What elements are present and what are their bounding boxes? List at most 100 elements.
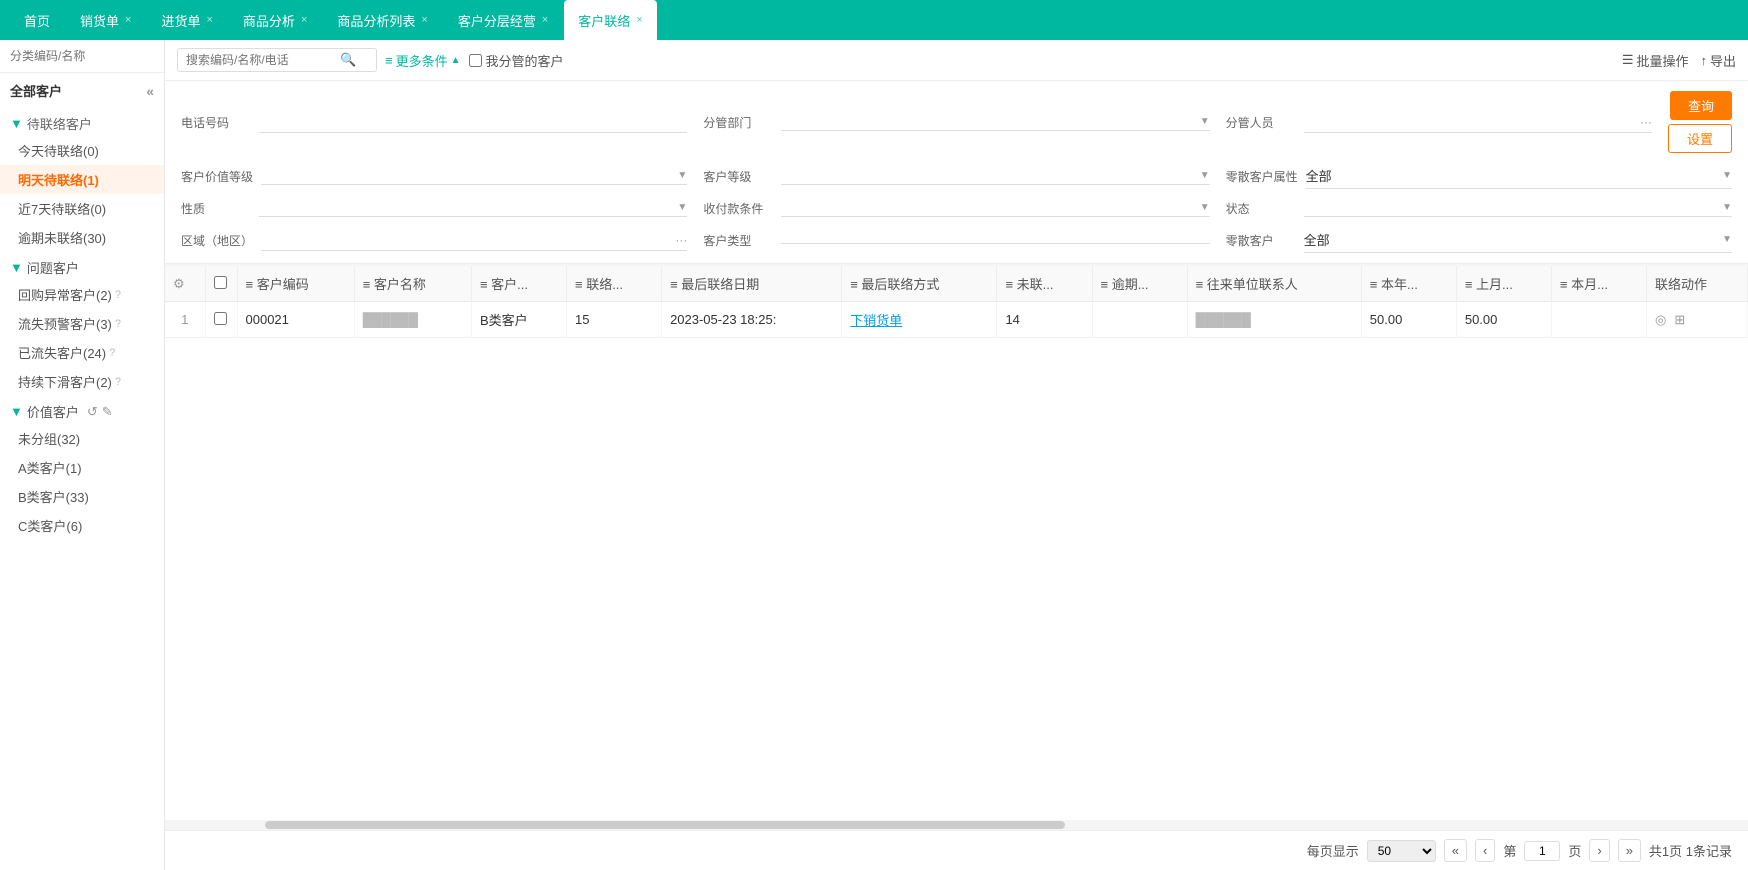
more-filter-button[interactable]: ≡ 更多条件 ▲ — [385, 51, 461, 70]
payment-select[interactable]: ▼ — [781, 199, 1209, 217]
nav-purchase[interactable]: 进货单 × — [147, 0, 226, 40]
region-select[interactable]: ··· — [261, 230, 687, 251]
refresh-icon[interactable]: ↺ — [87, 404, 98, 420]
filter-phone: 电话号码 — [181, 91, 687, 153]
sidebar-item-c-class-label: C类客户(6) — [18, 516, 82, 535]
row-code: 000021 — [237, 302, 354, 338]
filter-region: 区域（地区） ··· — [181, 227, 687, 253]
set-button[interactable]: 设置 — [1668, 124, 1732, 153]
first-page-button[interactable]: « — [1444, 839, 1467, 862]
nav-goods-analysis-label: 商品分析 — [243, 11, 295, 30]
row-uncontacted: 14 — [997, 302, 1092, 338]
retail-customer-select[interactable]: 全部 ▼ — [1304, 227, 1732, 253]
filter-retail-attr: 零散客户属性 全部 ▼ — [1226, 163, 1732, 189]
nav-goods-list[interactable]: 商品分析列表 × — [323, 0, 441, 40]
col-contact: ≡ 联络... — [567, 266, 662, 302]
col-type-label: ≡ 客户... — [480, 277, 528, 292]
nav-home[interactable]: 首页 — [10, 0, 64, 40]
sidebar: 🔍 全部客户 « ▼ 待联络客户 今天待联络(0) 明天待联络(1) 近7天待联… — [0, 40, 165, 870]
col-overdue: ≡ 逾期... — [1092, 266, 1187, 302]
col-name-label: ≡ 客户名称 — [363, 277, 426, 292]
main-search-input[interactable] — [186, 53, 336, 67]
batch-op-button[interactable]: ☰ 批量操作 — [1622, 51, 1689, 70]
my-customer-checkbox[interactable] — [469, 54, 482, 67]
customer-type-select[interactable] — [781, 237, 1209, 244]
next-page-button[interactable]: › — [1589, 839, 1609, 862]
my-customer-checkbox-wrap[interactable]: 我分管的客户 — [469, 51, 564, 70]
sidebar-item-7days[interactable]: 近7天待联络(0) — [0, 194, 164, 223]
last-contact-way-link[interactable]: 下销货单 — [850, 313, 902, 328]
column-settings-icon[interactable]: ⚙ — [173, 276, 185, 291]
sidebar-item-7days-label: 近7天待联络(0) — [18, 199, 106, 218]
nav-customer-tier[interactable]: 客户分层经营 × — [444, 0, 562, 40]
nav-sales[interactable]: 销货单 × — [66, 0, 145, 40]
last-page-button[interactable]: » — [1618, 839, 1641, 862]
sidebar-item-tomorrow[interactable]: 明天待联络(1) — [0, 165, 164, 194]
person-select[interactable]: ··· — [1304, 112, 1652, 133]
sidebar-search-input[interactable] — [10, 49, 165, 63]
customer-value-select[interactable]: ▼ — [261, 167, 687, 185]
col-code: ≡ 客户编码 — [237, 266, 354, 302]
row-checkbox[interactable] — [214, 312, 227, 325]
main-search-icon[interactable]: 🔍 — [340, 52, 356, 68]
prev-page-button[interactable]: ‹ — [1475, 839, 1495, 862]
action-grid-icon[interactable]: ⊞ — [1674, 312, 1685, 328]
col-type: ≡ 客户... — [471, 266, 566, 302]
dept-select[interactable]: ▼ — [781, 113, 1209, 131]
sidebar-item-churned[interactable]: 已流失客户(24) ? — [0, 338, 164, 367]
horizontal-scrollbar[interactable] — [165, 820, 1748, 830]
nav-customer-contact[interactable]: 客户联络 × — [564, 0, 656, 40]
filter-status: 状态 ▼ — [1226, 199, 1732, 217]
all-customers-header[interactable]: 全部客户 « — [0, 73, 164, 108]
nav-goods-list-close[interactable]: × — [421, 14, 427, 26]
nav-sales-close[interactable]: × — [125, 14, 131, 26]
row-name: ██████ — [354, 302, 471, 338]
sidebar-item-a-class[interactable]: A类客户(1) — [0, 453, 164, 482]
page-size-select[interactable]: 50 100 200 — [1367, 840, 1436, 862]
retail-attr-select-val: 全部 — [1306, 166, 1332, 185]
gender-chevron: ▼ — [677, 202, 687, 213]
action-circle-icon[interactable]: ◎ — [1655, 312, 1666, 328]
sidebar-item-declining[interactable]: 持续下滑客户(2) ? — [0, 367, 164, 396]
page-number-input[interactable] — [1524, 841, 1560, 861]
payment-chevron: ▼ — [1200, 202, 1210, 213]
nav-customer-tier-close[interactable]: × — [542, 14, 548, 26]
top-nav: 首页 销货单 × 进货单 × 商品分析 × 商品分析列表 × 客户分层经营 × … — [0, 0, 1748, 40]
nav-goods-analysis[interactable]: 商品分析 × — [229, 0, 321, 40]
retail-attr-chevron: ▼ — [1722, 170, 1732, 181]
nav-goods-analysis-close[interactable]: × — [301, 14, 307, 26]
edit-value-icon[interactable]: ✎ — [102, 404, 113, 420]
col-last-month: ≡ 上月... — [1456, 266, 1551, 302]
export-button[interactable]: ↑ 导出 — [1700, 51, 1736, 70]
col-last-month-label: ≡ 上月... — [1465, 277, 1513, 292]
person-dots-icon[interactable]: ··· — [1640, 115, 1652, 129]
sidebar-item-overdue[interactable]: 逾期未联络(30) — [0, 223, 164, 252]
nav-purchase-label: 进货单 — [161, 11, 200, 30]
row-this-year: 50.00 — [1361, 302, 1456, 338]
region-dots-icon[interactable]: ··· — [675, 233, 687, 247]
select-all-checkbox[interactable] — [214, 276, 227, 289]
col-unit-contact-label: ≡ 往来单位联系人 — [1196, 277, 1298, 292]
sidebar-item-repurchase[interactable]: 回购异常客户(2) ? — [0, 280, 164, 309]
search-wrap: 🔍 — [177, 48, 377, 72]
sidebar-item-b-class[interactable]: B类客户(33) — [0, 482, 164, 511]
customer-level-select[interactable]: ▼ — [781, 167, 1209, 185]
sidebar-item-c-class[interactable]: C类客户(6) — [0, 511, 164, 540]
phone-input[interactable] — [259, 112, 687, 133]
sidebar-item-churn-warn[interactable]: 流失预警客户(3) ? — [0, 309, 164, 338]
nav-customer-contact-close[interactable]: × — [636, 14, 642, 26]
sidebar-item-today-label: 今天待联络(0) — [18, 141, 99, 160]
nav-goods-list-label: 商品分析列表 — [337, 11, 415, 30]
question-icon-3: ? — [115, 376, 121, 388]
export-label: 导出 — [1710, 51, 1736, 70]
nav-purchase-close[interactable]: × — [206, 14, 212, 26]
scrollbar-thumb — [265, 821, 1065, 829]
sidebar-item-today[interactable]: 今天待联络(0) — [0, 136, 164, 165]
more-filter-label: 更多条件 — [396, 51, 448, 70]
status-select[interactable]: ▼ — [1304, 199, 1732, 217]
col-code-label: ≡ 客户编码 — [246, 277, 309, 292]
sidebar-item-ungrouped[interactable]: 未分组(32) — [0, 424, 164, 453]
gender-select[interactable]: ▼ — [259, 199, 687, 217]
retail-attr-select[interactable]: 全部 ▼ — [1306, 163, 1732, 189]
query-button[interactable]: 查询 — [1670, 91, 1732, 120]
